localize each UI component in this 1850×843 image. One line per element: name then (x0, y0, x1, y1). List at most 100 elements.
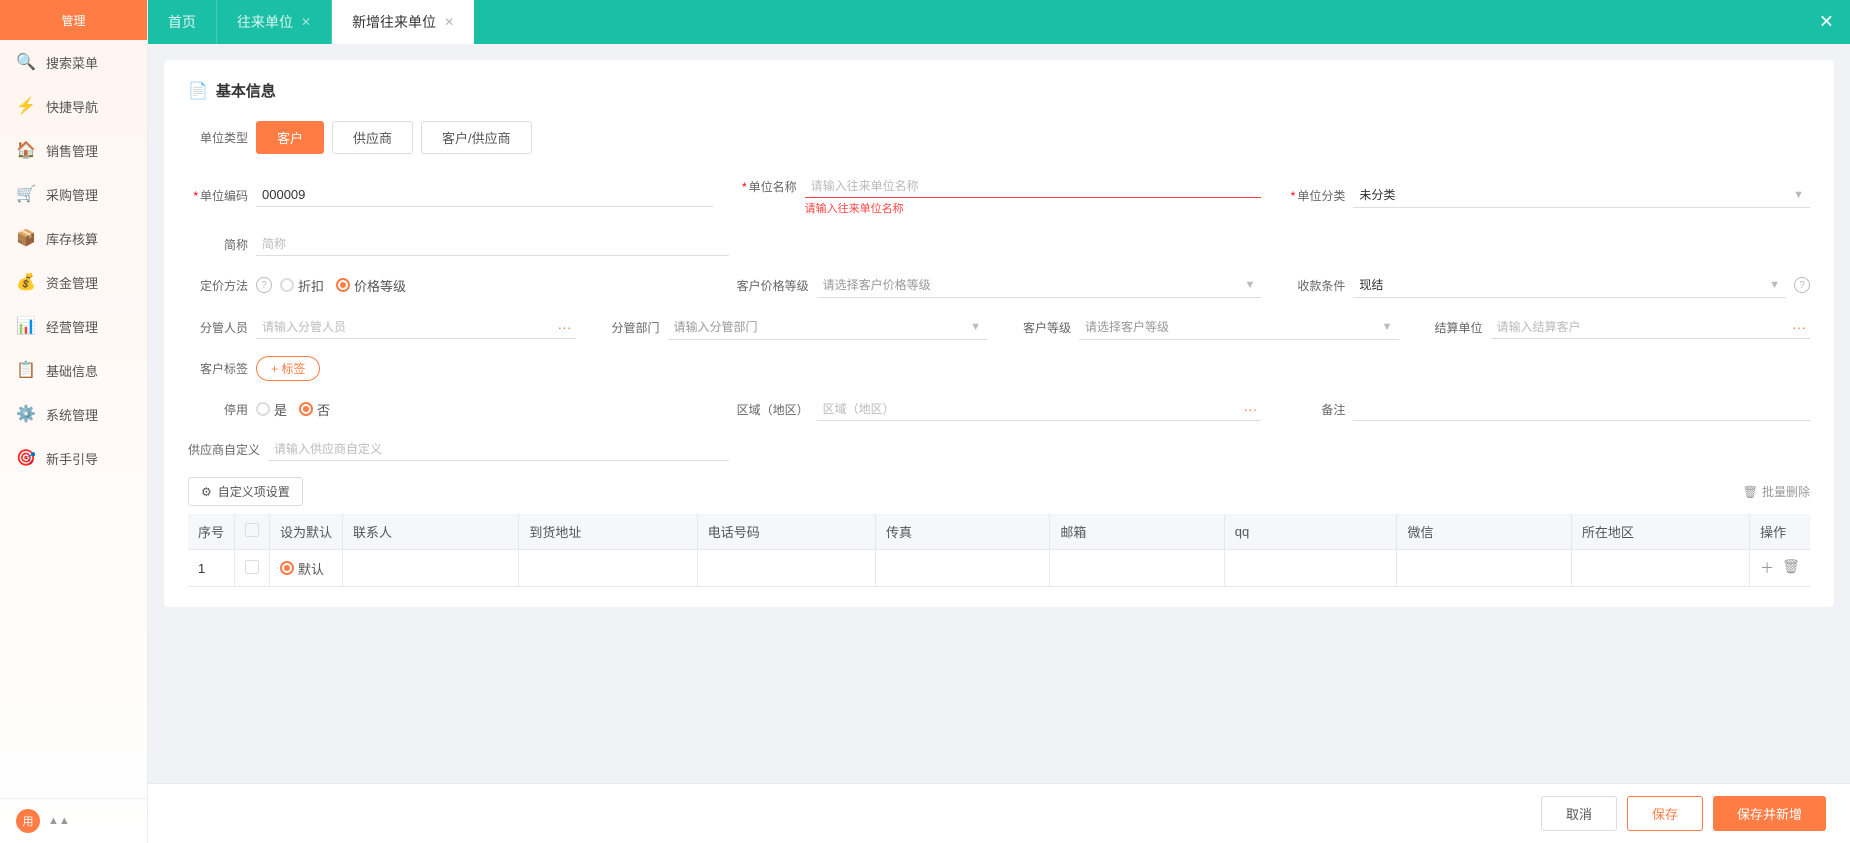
row-email-input[interactable] (1060, 561, 1213, 576)
customer-price-arrow-icon: ▼ (1244, 279, 1255, 291)
manager-input-wrapper: ··· (256, 315, 576, 339)
pricing-help-icon[interactable]: ? (256, 277, 272, 293)
type-btn-customer[interactable]: 客户 (256, 121, 324, 154)
department-placeholder: 请输入分管部门 (674, 318, 967, 335)
unit-category-select[interactable]: 未分类 ▼ (1353, 182, 1810, 208)
cancel-button[interactable]: 取消 (1541, 796, 1617, 831)
short-name-input[interactable] (256, 232, 729, 256)
sidebar-item-guide[interactable]: 🎯 新手引导 (0, 436, 147, 480)
row-wechat-input[interactable] (1407, 561, 1560, 576)
settlement-input[interactable] (1491, 315, 1785, 338)
row-fax-input[interactable] (886, 561, 1039, 576)
row-address-input[interactable] (529, 561, 686, 576)
unit-name-field: 单位名称 (737, 174, 1262, 198)
sidebar-item-system[interactable]: ⚙️ 系统管理 (0, 392, 147, 436)
tab-partners[interactable]: 往来单位 ✕ (217, 0, 332, 44)
department-arrow-icon: ▼ (970, 321, 981, 333)
row-address[interactable] (519, 550, 697, 587)
region-input[interactable] (817, 397, 1236, 420)
clipboard-icon: 📋 (16, 360, 36, 380)
form-card: 📄 基本信息 单位类型 客户 供应商 客户/供应商 单位编码 (164, 60, 1834, 607)
sidebar-item-guide-label: 新手引导 (46, 449, 98, 468)
tab-bar-close-all[interactable]: ✕ (1819, 12, 1834, 33)
th-qq: qq (1224, 514, 1397, 550)
type-btn-supplier[interactable]: 供应商 (332, 121, 413, 154)
row-region[interactable] (1571, 550, 1749, 587)
row-phone-input[interactable] (708, 561, 865, 576)
unit-name-error: 请输入往来单位名称 (805, 200, 1262, 216)
save-new-button[interactable]: 保存并新增 (1713, 796, 1826, 831)
row-contact-input[interactable] (353, 561, 508, 576)
row-email[interactable] (1050, 550, 1224, 587)
radio-price-level[interactable]: 价格等级 (336, 276, 406, 295)
tab-new-partner-close[interactable]: ✕ (444, 15, 454, 29)
row-checkbox[interactable] (235, 550, 270, 587)
row-phone[interactable] (697, 550, 875, 587)
sidebar-item-quick-nav-label: 快捷导航 (46, 97, 98, 116)
tab-home[interactable]: 首页 (148, 0, 217, 44)
row-delete-icon[interactable]: 🗑 (1782, 558, 1800, 578)
region-label: 区域（地区） (737, 401, 809, 418)
manager-input[interactable] (256, 315, 550, 338)
row-contact[interactable] (343, 550, 519, 587)
select-all-checkbox[interactable] (245, 523, 259, 537)
sidebar-item-basic[interactable]: 📋 基础信息 (0, 348, 147, 392)
radio-discount[interactable]: 折扣 (280, 276, 324, 295)
tab-partners-close[interactable]: ✕ (301, 15, 311, 29)
gear-icon: ⚙️ (16, 404, 36, 424)
content-area: 📄 基本信息 单位类型 客户 供应商 客户/供应商 单位编码 (148, 44, 1850, 783)
row-region-input[interactable] (1582, 561, 1739, 576)
sidebar-item-sales-label: 销售管理 (46, 141, 98, 160)
custom-settings-button[interactable]: ⚙ 自定义项设置 (188, 477, 303, 506)
row-fax[interactable] (876, 550, 1050, 587)
radio-disabled-yes[interactable]: 是 (256, 400, 287, 419)
row-qq[interactable] (1224, 550, 1397, 587)
row-add-icon[interactable]: ＋ (1760, 558, 1774, 578)
radio-disabled-no[interactable]: 否 (299, 400, 330, 419)
customer-level-select[interactable]: 请选择客户等级 ▼ (1079, 314, 1399, 340)
row-default-radio[interactable]: 默认 (280, 559, 332, 578)
remarks-input[interactable] (1353, 397, 1810, 421)
sidebar-item-quick-nav[interactable]: ⚡ 快捷导航 (0, 84, 147, 128)
unit-code-input[interactable] (256, 183, 713, 207)
row-checkbox-box[interactable] (245, 560, 259, 574)
add-tag-button[interactable]: + 标签 (256, 356, 320, 381)
home-icon: 🏠 (16, 140, 36, 160)
payment-terms-help-icon[interactable]: ? (1794, 277, 1810, 293)
save-button[interactable]: 保存 (1627, 796, 1703, 831)
region-dots-btn[interactable]: ··· (1239, 401, 1261, 417)
form-row-4: 分管人员 ··· 分管部门 请输入分管部门 ▼ 客户等级 (188, 314, 1810, 340)
sidebar-item-basic-label: 基础信息 (46, 361, 98, 380)
type-btn-both[interactable]: 客户/供应商 (421, 121, 532, 154)
sidebar-item-finance-label: 资金管理 (46, 273, 98, 292)
sidebar-item-operations[interactable]: 📊 经营管理 (0, 304, 147, 348)
th-phone: 电话号码 (697, 514, 875, 550)
sidebar-bottom-text: ▲▲ (48, 815, 70, 827)
department-select[interactable]: 请输入分管部门 ▼ (668, 314, 988, 340)
cart-icon: 🛒 (16, 184, 36, 204)
row-qq-input[interactable] (1235, 561, 1387, 576)
sidebar-item-purchase[interactable]: 🛒 采购管理 (0, 172, 147, 216)
main-area: 首页 往来单位 ✕ 新增往来单位 ✕ ✕ 📄 基本信息 单位类型 客户 供应商 … (148, 0, 1850, 843)
sidebar-item-search[interactable]: 🔍 搜索菜单 (0, 40, 147, 84)
form-row-6: 停用 是 否 区域（地区） (188, 397, 1810, 421)
settlement-label: 结算单位 (1423, 319, 1483, 336)
row-wechat[interactable] (1397, 550, 1571, 587)
customer-price-select[interactable]: 请选择客户价格等级 ▼ (817, 272, 1262, 298)
section-title-icon: 📄 (188, 81, 208, 101)
sidebar-item-finance[interactable]: 💰 资金管理 (0, 260, 147, 304)
sidebar-item-sales[interactable]: 🏠 销售管理 (0, 128, 147, 172)
settlement-dots-btn[interactable]: ··· (1788, 319, 1810, 335)
pricing-method-radios: 折扣 价格等级 (280, 276, 406, 295)
payment-terms-select[interactable]: 现结 ▼ (1353, 272, 1786, 298)
th-checkbox[interactable] (235, 514, 270, 550)
manager-dots-btn[interactable]: ··· (554, 319, 576, 335)
user-avatar[interactable]: 用 (16, 809, 40, 833)
tab-new-partner[interactable]: 新增往来单位 ✕ (332, 0, 474, 44)
row-default-radio-circle (280, 561, 294, 575)
unit-name-input[interactable] (805, 174, 1262, 198)
th-email: 邮箱 (1050, 514, 1224, 550)
supplier-custom-input[interactable] (268, 437, 729, 461)
batch-delete-button[interactable]: 🗑 批量删除 (1743, 483, 1810, 500)
sidebar-item-inventory[interactable]: 📦 库存核算 (0, 216, 147, 260)
